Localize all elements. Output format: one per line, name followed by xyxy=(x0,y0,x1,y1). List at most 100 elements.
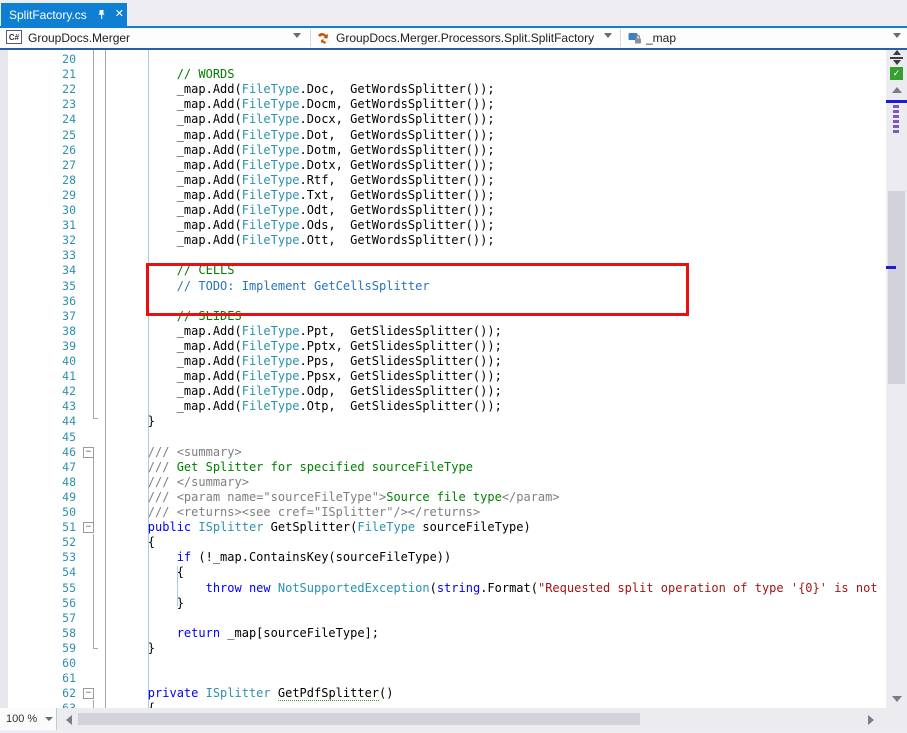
code-line: 49 /// <param name="sourceFileType">Sour… xyxy=(0,490,886,505)
line-number: 33 xyxy=(62,248,76,263)
line-number: 43 xyxy=(62,399,76,414)
horizontal-scrollbar-thumb[interactable] xyxy=(78,713,640,725)
code-text: throw new NotSupportedException(string.F… xyxy=(205,580,886,595)
line-number: 57 xyxy=(62,610,76,625)
line-number: 53 xyxy=(62,550,76,565)
code-text: } xyxy=(90,640,156,655)
code-text: { xyxy=(90,535,156,550)
code-line: 48 /// </summary> xyxy=(0,475,886,490)
code-line: 51− public ISplitter GetSplitter(FileTyp… xyxy=(0,520,886,535)
code-line: 60 xyxy=(0,656,886,671)
code-text: _map.Add(FileType.Dotx, GetWordsSplitter… xyxy=(90,157,495,172)
split-handle-icon[interactable] xyxy=(892,50,901,55)
line-number: 22 xyxy=(62,82,76,97)
code-text: /// <param name="sourceFileType">Source … xyxy=(90,489,560,504)
scroll-right-arrow[interactable] xyxy=(868,715,874,725)
code-lines: 20 21 // WORDS 22 _map.Add(FileType.Doc, G… xyxy=(0,52,886,708)
private-field-icon xyxy=(627,30,642,45)
code-text: _map.Add(FileType.Txt, GetWordsSplitter(… xyxy=(90,187,495,202)
scrollbar-mark xyxy=(886,100,907,103)
type-dropdown-label: GroupDocs.Merger.Processors.Split.SplitF… xyxy=(336,31,595,45)
code-text: public ISplitter GetSplitter(FileType so… xyxy=(147,520,531,535)
scrollbar-change-mark xyxy=(893,105,899,108)
code-line: 63 { xyxy=(0,701,886,708)
check-icon[interactable]: ✓ xyxy=(890,67,903,80)
line-number: 44 xyxy=(62,414,76,429)
scroll-up-arrow[interactable] xyxy=(892,87,902,93)
code-editor[interactable]: 20 21 // WORDS 22 _map.Add(FileType.Doc, G… xyxy=(0,50,886,708)
dropdown-arrow-icon[interactable] xyxy=(893,33,901,38)
code-text: if (!_map.ContainsKey(sourceFileType)) xyxy=(176,550,452,565)
line-number: 54 xyxy=(62,565,76,580)
line-number: 61 xyxy=(62,671,76,686)
code-line: 32 _map.Add(FileType.Ott, GetWordsSplitt… xyxy=(0,233,886,248)
line-number: 28 xyxy=(62,172,76,187)
split-handle-icon[interactable] xyxy=(890,57,903,59)
zoom-level-label: 100 % xyxy=(6,713,38,725)
code-text: } xyxy=(90,595,184,610)
line-number: 59 xyxy=(62,640,76,655)
code-text: // WORDS xyxy=(176,67,235,82)
code-line: 23 _map.Add(FileType.Docm, GetWordsSplit… xyxy=(0,97,886,112)
code-text: /// </summary> xyxy=(90,474,249,489)
line-number: 45 xyxy=(62,429,76,444)
code-line: 61 xyxy=(0,671,886,686)
tab-splitfactory[interactable]: SplitFactory.cs ✕ xyxy=(1,3,127,26)
code-line: 54 { xyxy=(0,565,886,580)
code-text: _map.Add(FileType.Pptx, GetSlidesSplitte… xyxy=(90,338,502,353)
close-icon[interactable]: ✕ xyxy=(115,9,124,20)
code-line: 22 _map.Add(FileType.Doc, GetWordsSplitt… xyxy=(0,82,886,97)
scrollbar-change-mark xyxy=(893,120,899,123)
vertical-scrollbar-thumb[interactable] xyxy=(888,191,905,384)
code-line: 38 _map.Add(FileType.Ppt, GetSlidesSplit… xyxy=(0,324,886,339)
code-line: 55 throw new NotSupportedException(strin… xyxy=(0,581,886,596)
line-number: 20 xyxy=(62,52,76,66)
code-line: 26 _map.Add(FileType.Dotm, GetWordsSplit… xyxy=(0,143,886,158)
code-text: /// <summary> xyxy=(90,444,242,459)
dropdown-arrow-icon[interactable] xyxy=(45,717,54,721)
code-text: _map.Add(FileType.Docx, GetWordsSplitter… xyxy=(90,112,495,127)
horizontal-scrollbar[interactable]: 100 % xyxy=(0,708,907,730)
line-number: 41 xyxy=(62,369,76,384)
scrollbar-change-mark xyxy=(893,125,899,128)
line-number: 24 xyxy=(62,112,76,127)
code-text: _map.Add(FileType.Ppsx, GetSlidesSplitte… xyxy=(90,369,502,384)
line-number: 56 xyxy=(62,595,76,610)
line-number: 42 xyxy=(62,384,76,399)
code-text: _map.Add(FileType.Ott, GetWordsSplitter(… xyxy=(90,233,495,248)
code-line: 40 _map.Add(FileType.Pps, GetSlidesSplit… xyxy=(0,354,886,369)
code-line: 27 _map.Add(FileType.Dotx, GetWordsSplit… xyxy=(0,158,886,173)
code-line: 56 } xyxy=(0,596,886,611)
scroll-down-arrow[interactable] xyxy=(892,696,902,702)
line-number: 51 xyxy=(62,520,76,535)
line-number: 60 xyxy=(62,656,76,670)
code-text: _map.Add(FileType.Dot, GetWordsSplitter(… xyxy=(90,127,495,142)
code-line: 46− /// <summary> xyxy=(0,445,886,460)
code-text: _map.Add(FileType.Ppt, GetSlidesSplitter… xyxy=(90,323,502,338)
line-number: 21 xyxy=(62,67,76,82)
code-text: _map.Add(FileType.Odp, GetSlidesSplitter… xyxy=(90,384,502,399)
dropdown-arrow-icon[interactable] xyxy=(293,33,301,38)
line-number: 29 xyxy=(62,187,76,202)
scroll-left-arrow[interactable] xyxy=(66,715,72,725)
line-number: 58 xyxy=(62,625,76,640)
code-text: } xyxy=(90,414,156,429)
code-line: 53 if (!_map.ContainsKey(sourceFileType)… xyxy=(0,550,886,565)
split-handle-icon[interactable] xyxy=(892,60,901,65)
annotation-red-box xyxy=(146,263,689,316)
dropdown-arrow-icon[interactable] xyxy=(604,33,612,38)
scrollbar-caret-mark xyxy=(886,266,896,269)
zoom-control[interactable]: 100 % xyxy=(0,708,57,730)
line-number: 50 xyxy=(62,505,76,519)
code-text: /// <returns><see cref="ISplitter"/></re… xyxy=(90,505,481,519)
vertical-scrollbar[interactable]: ✓ xyxy=(886,50,907,708)
pin-icon[interactable] xyxy=(96,9,107,20)
code-line: 28 _map.Add(FileType.Rtf, GetWordsSplitt… xyxy=(0,173,886,188)
code-text: _map.Add(FileType.Pps, GetSlidesSplitter… xyxy=(90,354,502,368)
line-number: 40 xyxy=(62,354,76,368)
line-number: 49 xyxy=(62,489,76,504)
code-line: 29 _map.Add(FileType.Txt, GetWordsSplitt… xyxy=(0,188,886,203)
code-line: 50 /// <returns><see cref="ISplitter"/><… xyxy=(0,505,886,520)
code-line: 33 xyxy=(0,248,886,263)
line-number: 35 xyxy=(62,278,76,293)
